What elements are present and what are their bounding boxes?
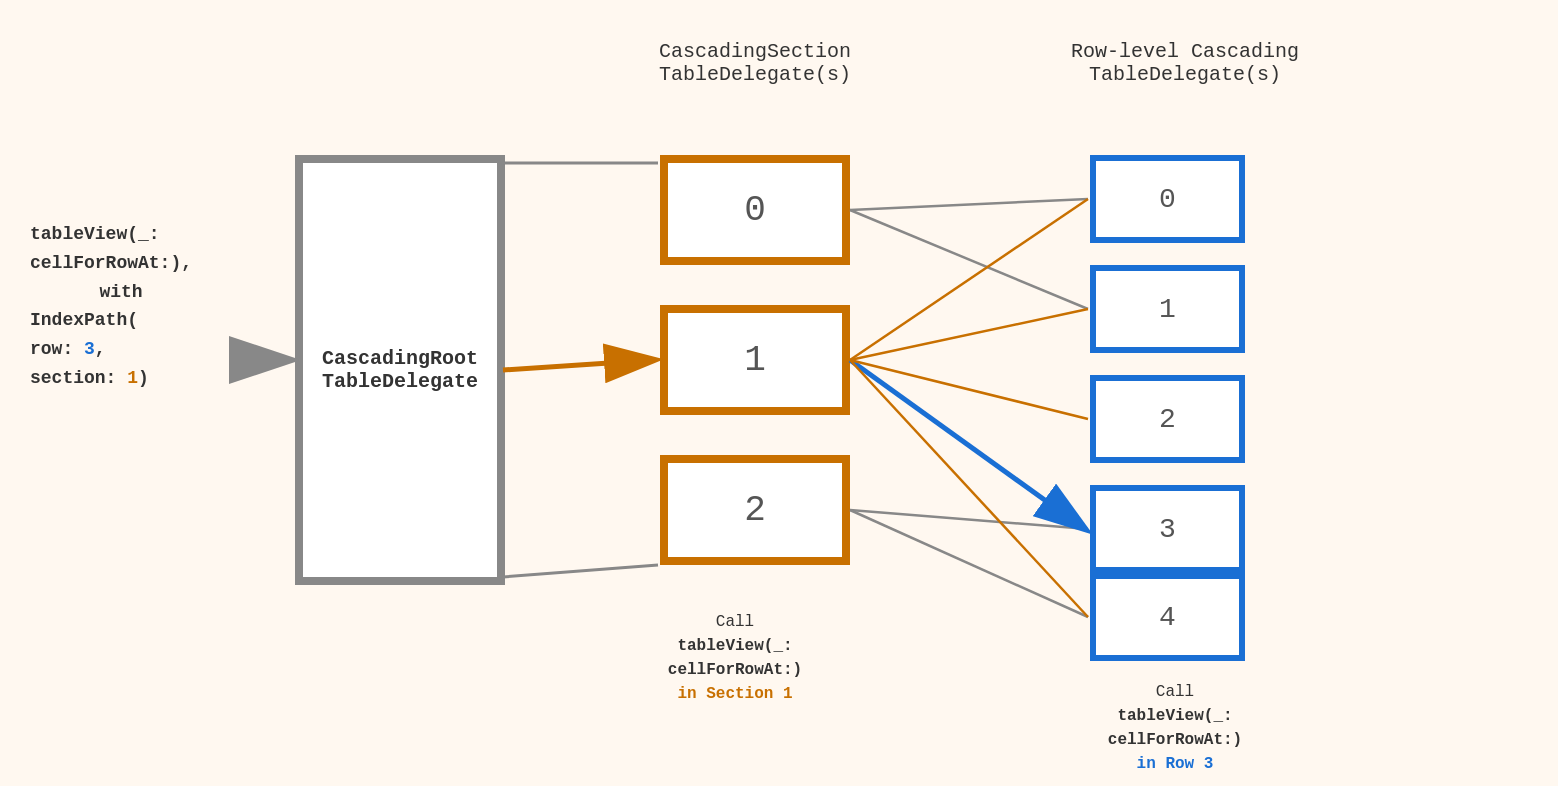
svg-line-15 [850, 360, 1088, 617]
col2-header: Row-level Cascading TableDelegate(s) [1010, 40, 1360, 86]
row-box-3: 3 [1090, 485, 1245, 573]
svg-line-9 [850, 510, 1088, 529]
section-box-2: 2 [660, 455, 850, 565]
svg-line-10 [850, 510, 1088, 617]
svg-line-6 [503, 360, 654, 370]
diagram-container: CascadingSection TableDelegate(s) Row-le… [0, 0, 1558, 786]
code-line5: row: 3, [30, 335, 192, 364]
row-box-2: 2 [1090, 375, 1245, 463]
svg-line-7 [850, 199, 1088, 210]
code-line3: with [50, 278, 192, 307]
row-box-1: 1 [1090, 265, 1245, 353]
bottom-label-section: Call tableView(_: cellForRowAt:) in Sect… [620, 610, 850, 706]
row-box-0: 0 [1090, 155, 1245, 243]
svg-line-12 [850, 199, 1088, 360]
svg-line-14 [850, 360, 1088, 419]
code-line2: cellForRowAt:), [30, 249, 192, 278]
svg-line-13 [850, 309, 1088, 360]
section-box-0: 0 [660, 155, 850, 265]
section-box-1: 1 [660, 305, 850, 415]
code-line1: tableView(_: [30, 220, 192, 249]
svg-line-5 [503, 565, 658, 577]
code-block: tableView(_: cellForRowAt:), with IndexP… [30, 220, 192, 393]
svg-line-8 [850, 210, 1088, 309]
code-line6: section: 1) [30, 364, 192, 393]
root-box: CascadingRoot TableDelegate [295, 155, 505, 585]
col1-header: CascadingSection TableDelegate(s) [580, 40, 930, 86]
code-line4: IndexPath( [30, 306, 192, 335]
svg-line-11 [850, 360, 1085, 529]
bottom-label-row: Call tableView(_: cellForRowAt:) in Row … [1055, 680, 1295, 776]
row-box-4: 4 [1090, 573, 1245, 661]
